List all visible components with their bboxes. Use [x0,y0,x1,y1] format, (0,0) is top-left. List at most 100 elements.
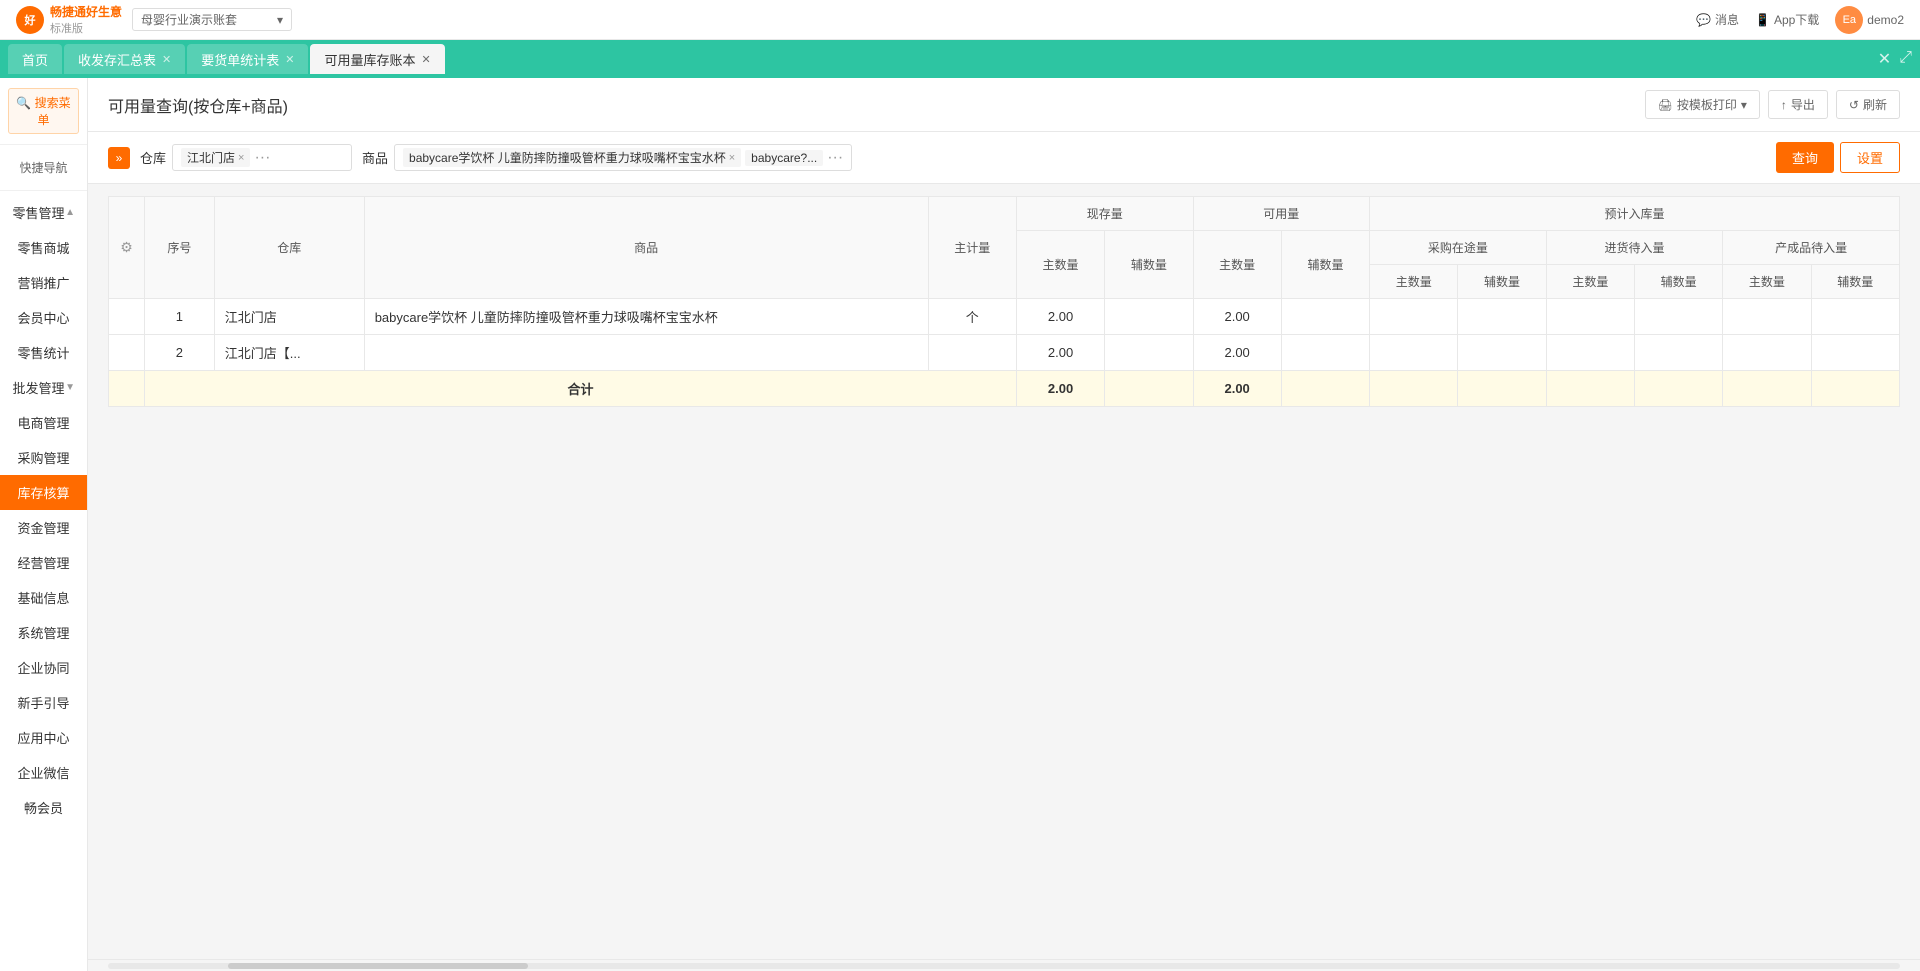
sidebar: 🔍 搜索菜单 快捷导航 零售管理 ▲ 零售商城 营销推广 会员中心 零售统计 [0,78,88,971]
expand-icon[interactable]: ⤢ [1899,49,1912,69]
mobile-icon: 📱 [1755,13,1770,27]
td-warehouse-2: 江北门店【... [214,335,364,371]
sidebar-item-ecommerce-mgmt[interactable]: 电商管理 [0,405,87,440]
td-pur-transit-main-2 [1370,335,1458,371]
chevron-down-icon: ▾ [1741,98,1747,112]
settings-icon[interactable]: ⚙ [120,239,133,255]
tab-receive-summary[interactable]: 收发存汇总表 ✕ [64,44,185,74]
sidebar-item-enterprise-collab[interactable]: 企业协同 [0,650,87,685]
sidebar-item-member-plus[interactable]: 畅会员 [0,790,87,825]
warehouse-filter-input[interactable]: 江北门店 × ··· [172,144,352,171]
td-finished-pend-aux-2 [1811,335,1899,371]
th-goods-pend-main: 主数量 [1546,265,1634,299]
sidebar-item-app-center[interactable]: 应用中心 [0,720,87,755]
td-stock-main-1: 2.00 [1016,299,1104,335]
table-area: ⚙ 序号 仓库 商品 主计量 现存量 可用量 预计入库量 主数量 辅数量 主数量 [88,184,1920,959]
close-tab-icon[interactable]: ✕ [1878,49,1891,69]
td-stock-aux-1 [1105,299,1193,335]
td-product-1: babycare学饮杯 儿童防摔防撞吸管杯重力球吸嘴杯宝宝水杯 [364,299,928,335]
sidebar-item-enterprise-wechat[interactable]: 企业微信 [0,755,87,790]
th-stock-aux: 辅数量 [1105,231,1193,299]
query-button[interactable]: 查询 [1776,142,1834,173]
main-layout: 🔍 搜索菜单 快捷导航 零售管理 ▲ 零售商城 营销推广 会员中心 零售统计 [0,78,1920,971]
settings-button[interactable]: 设置 [1840,142,1900,173]
sidebar-item-retail-mall[interactable]: 零售商城 [0,230,87,265]
th-finished-pending: 产成品待入量 [1723,231,1900,265]
user-avatar-button[interactable]: Ea demo2 [1835,6,1904,34]
page-header: 可用量查询(按仓库+商品) 🖨 按模板打印 ▾ ↑ 导出 ↺ 刷新 [88,78,1920,132]
td-footer-goods-pend-aux [1634,371,1722,407]
filter-toggle-button[interactable]: » [108,147,130,169]
sidebar-item-member-center[interactable]: 会员中心 [0,300,87,335]
td-footer-goods-pend-main [1546,371,1634,407]
content-area: 可用量查询(按仓库+商品) 🖨 按模板打印 ▾ ↑ 导出 ↺ 刷新 [88,78,1920,971]
product-filter-input[interactable]: babycare学饮杯 儿童防摔防撞吸管杯重力球吸嘴杯宝宝水杯 × babyca… [394,144,852,171]
table-footer-row: 合计 2.00 2.00 [109,371,1900,407]
warehouse-tag: 江北门店 × [181,148,250,167]
th-planned-inbound: 预计入库量 [1370,197,1900,231]
sidebar-item-inventory-check[interactable]: 库存核算 [0,475,87,510]
search-icon: 🔍 [16,96,31,110]
th-pur-transit-main: 主数量 [1370,265,1458,299]
table-row: 2 江北门店【... 2.00 2.00 [109,335,1900,371]
td-footer-stock-main: 2.00 [1016,371,1104,407]
more-products-icon[interactable]: ··· [827,149,843,167]
close-icon[interactable]: ✕ [162,53,171,66]
industry-selector[interactable]: 母婴行业演示账套 ▾ [132,8,292,31]
top-bar-left: 好 畅捷通好生意 标准版 母婴行业演示账套 ▾ [16,3,292,36]
th-finished-pend-main: 主数量 [1723,265,1811,299]
sidebar-item-wholesale-mgmt[interactable]: 批发管理 ▼ [0,370,87,405]
td-product-2 [364,335,928,371]
quick-nav-item[interactable]: 快捷导航 [0,153,87,182]
table-settings-header: ⚙ [109,197,145,299]
logo-area: 好 畅捷通好生意 标准版 [16,3,122,36]
sidebar-item-marketing[interactable]: 营销推广 [0,265,87,300]
tab-bar-controls: ✕ ⤢ [1878,49,1912,69]
close-icon[interactable]: ✕ [285,53,294,66]
scroll-thumb[interactable] [228,963,528,969]
td-stock-main-2: 2.00 [1016,335,1104,371]
chevron-icon: ▲ [65,207,75,218]
refresh-button[interactable]: ↺ 刷新 [1836,90,1900,119]
top-bar-right: 💬 消息 📱 App下载 Ea demo2 [1696,6,1904,34]
td-settings [109,335,145,371]
td-stock-aux-2 [1105,335,1193,371]
sidebar-item-finance-mgmt[interactable]: 资金管理 [0,510,87,545]
td-finished-pend-main-1 [1723,299,1811,335]
sidebar-item-retail-stats[interactable]: 零售统计 [0,335,87,370]
sidebar-item-retail-mgmt[interactable]: 零售管理 ▲ [0,195,87,230]
td-footer-avail-main: 2.00 [1193,371,1281,407]
td-pur-transit-main-1 [1370,299,1458,335]
export-button[interactable]: ↑ 导出 [1768,90,1828,119]
sidebar-item-basic-info[interactable]: 基础信息 [0,580,87,615]
td-no-2: 2 [145,335,215,371]
app-download-button[interactable]: 📱 App下载 [1755,11,1819,28]
th-purchase-transit: 采购在途量 [1370,231,1547,265]
remove-product-tag1-button[interactable]: × [729,152,735,164]
sidebar-item-system-mgmt[interactable]: 系统管理 [0,615,87,650]
search-menu-button[interactable]: 🔍 搜索菜单 [8,88,79,134]
print-button[interactable]: 🖨 按模板打印 ▾ [1645,90,1760,119]
tab-order-summary[interactable]: 要货单统计表 ✕ [187,44,308,74]
td-footer-label: 合计 [145,371,1017,407]
th-no: 序号 [145,197,215,299]
message-button[interactable]: 💬 消息 [1696,11,1739,28]
warehouse-filter-group: 仓库 江北门店 × ··· [140,144,352,171]
close-icon[interactable]: ✕ [422,53,431,66]
th-pur-transit-aux: 辅数量 [1458,265,1546,299]
tab-available-inventory[interactable]: 可用量库存账本 ✕ [310,44,444,74]
sidebar-item-purchase-mgmt[interactable]: 采购管理 [0,440,87,475]
horizontal-scrollbar[interactable] [88,959,1920,971]
scroll-track [108,963,1900,969]
sidebar-item-operations-mgmt[interactable]: 经营管理 [0,545,87,580]
remove-warehouse-tag-button[interactable]: × [238,152,244,164]
td-warehouse-1: 江北门店 [214,299,364,335]
product-label: 商品 [362,148,388,167]
td-pur-transit-aux-2 [1458,335,1546,371]
more-options-icon[interactable]: ··· [254,149,270,167]
tab-bar: 首页 收发存汇总表 ✕ 要货单统计表 ✕ 可用量库存账本 ✕ ✕ ⤢ [0,40,1920,78]
sidebar-item-new-guide[interactable]: 新手引导 [0,685,87,720]
td-footer-stock-aux [1105,371,1193,407]
filter-actions: 查询 设置 [1776,142,1900,173]
tab-home[interactable]: 首页 [8,44,62,74]
